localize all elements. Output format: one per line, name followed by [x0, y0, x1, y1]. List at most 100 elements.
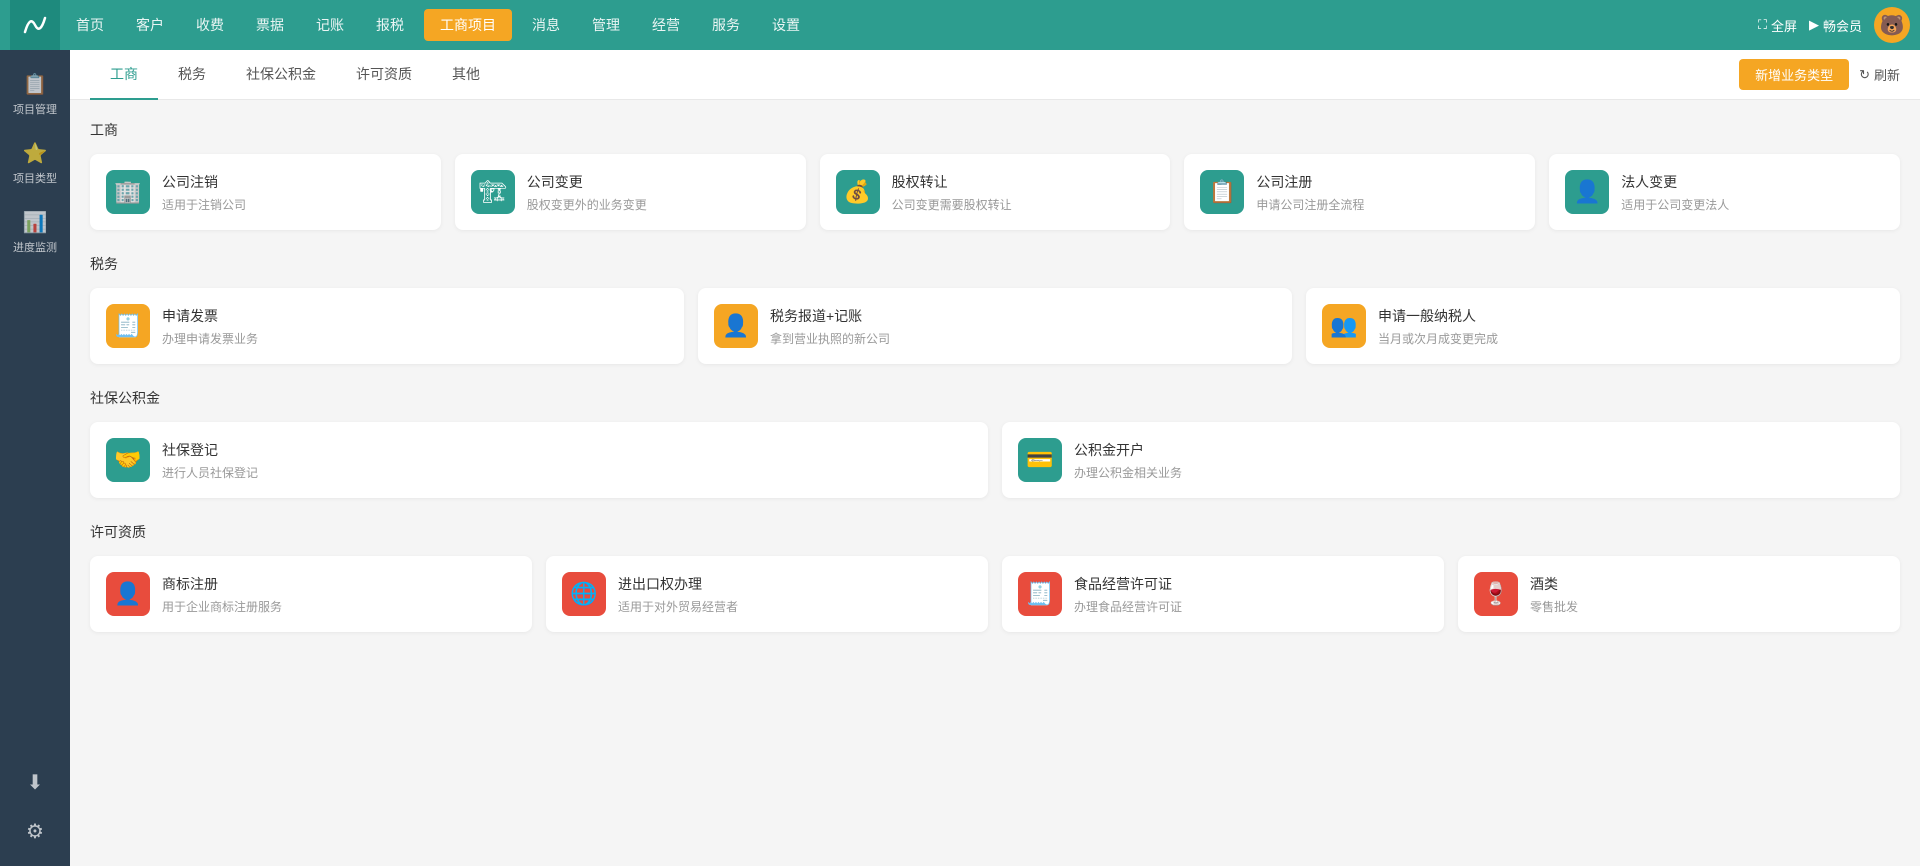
card-进出口权办理[interactable]: 🌐 进出口权办理适用于对外贸易经营者 [546, 556, 988, 632]
card-desc-进出口权办理: 适用于对外贸易经营者 [618, 598, 738, 615]
nav-item-管理[interactable]: 管理 [576, 0, 636, 50]
card-icon-公积金开户: 💳 [1018, 438, 1062, 482]
card-desc-法人变更: 适用于公司变更法人 [1621, 196, 1729, 213]
section-title-许可资质: 许可资质 [90, 522, 1900, 542]
card-食品经营许可证[interactable]: 🧾 食品经营许可证办理食品经营许可证 [1002, 556, 1444, 632]
section-grid-税务: 🧾 申请发票办理申请发票业务 👤税务报道+记账拿到营业执照的新公司 👥 申请一般纳税人当… [90, 288, 1900, 364]
tab-其他[interactable]: 其他 [432, 51, 500, 100]
nav-item-消息[interactable]: 消息 [516, 0, 576, 50]
card-desc-申请一般纳税人: 当月或次月成变更完成 [1378, 330, 1498, 347]
tab-税务[interactable]: 税务 [158, 51, 226, 100]
nav-item-设置[interactable]: 设置 [756, 0, 816, 50]
card-title-社保登记: 社保登记 [162, 440, 258, 460]
card-title-进出口权办理: 进出口权办理 [618, 574, 738, 594]
tab-许可资质[interactable]: 许可资质 [336, 51, 432, 100]
card-公司变更[interactable]: 🏗公司变更股权变更外的业务变更 [455, 154, 806, 230]
card-公积金开户[interactable]: 💳 公积金开户办理公积金相关业务 [1002, 422, 1900, 498]
card-icon-股权转让: 💰 [836, 170, 880, 214]
card-酒类[interactable]: 🍷 酒类零售批发 [1458, 556, 1900, 632]
card-icon-酒类: 🍷 [1474, 572, 1518, 616]
card-title-股权转让: 股权转让 [892, 172, 1012, 192]
card-股权转让[interactable]: 💰 股权转让公司变更需要股权转让 [820, 154, 1171, 230]
main-content: 工商 🏢 公司注销适用于注销公司 🏗公司变更股权变更外的业务变更 💰 股权转让公司变更需要… [70, 100, 1920, 866]
sidebar-item-project-type[interactable]: ⭐ 项目类型 [0, 129, 70, 198]
card-title-法人变更: 法人变更 [1621, 172, 1729, 192]
tab-bar: 工商税务社保公积金许可资质其他 新增业务类型 ↻ 刷新 [70, 50, 1920, 100]
card-title-公司注册: 公司注册 [1256, 172, 1364, 192]
card-title-申请发票: 申请发票 [162, 306, 258, 326]
project-management-icon: 📋 [23, 72, 48, 97]
card-desc-申请发票: 办理申请发票业务 [162, 330, 258, 347]
nav-item-收费[interactable]: 收费 [180, 0, 240, 50]
section-title-税务: 税务 [90, 254, 1900, 274]
fullscreen-btn[interactable]: ⛶ 全屏 [1758, 16, 1797, 35]
video-icon: ▶ [1809, 17, 1819, 33]
card-title-税务报道+记账: 税务报道+记账 [770, 306, 890, 326]
card-desc-公司变更: 股权变更外的业务变更 [527, 196, 647, 213]
card-desc-公司注册: 申请公司注册全流程 [1256, 196, 1364, 213]
nav-item-客户[interactable]: 客户 [120, 0, 180, 50]
card-商标注册[interactable]: 👤 商标注册用于企业商标注册服务 [90, 556, 532, 632]
fullscreen-icon: ⛶ [1758, 17, 1767, 33]
card-社保登记[interactable]: 🤝社保登记进行人员社保登记 [90, 422, 988, 498]
card-icon-商标注册: 👤 [106, 572, 150, 616]
card-法人变更[interactable]: 👤 法人变更适用于公司变更法人 [1549, 154, 1900, 230]
tab-actions: 新增业务类型 ↻ 刷新 [1739, 59, 1900, 90]
nav-item-首页[interactable]: 首页 [60, 0, 120, 50]
nav-item-票据[interactable]: 票据 [240, 0, 300, 50]
tab-社保公积金[interactable]: 社保公积金 [226, 51, 336, 100]
progress-monitor-icon: 📊 [23, 210, 48, 235]
card-title-公司注销: 公司注销 [162, 172, 246, 192]
card-icon-申请一般纳税人: 👥 [1322, 304, 1366, 348]
nav-items: 首页客户收费票据记账报税工商项目消息管理经营服务设置 [60, 0, 1758, 50]
project-type-icon: ⭐ [23, 141, 48, 166]
nav-item-报税[interactable]: 报税 [360, 0, 420, 50]
card-desc-酒类: 零售批发 [1530, 598, 1578, 615]
nav-item-服务[interactable]: 服务 [696, 0, 756, 50]
top-navigation: 首页客户收费票据记账报税工商项目消息管理经营服务设置 ⛶ 全屏 ▶ 畅会员 🐻 [0, 0, 1920, 50]
card-desc-股权转让: 公司变更需要股权转让 [892, 196, 1012, 213]
card-icon-申请发票: 🧾 [106, 304, 150, 348]
card-title-申请一般纳税人: 申请一般纳税人 [1378, 306, 1498, 326]
sidebar-item-download[interactable]: ⬇ [0, 758, 70, 807]
card-desc-公积金开户: 办理公积金相关业务 [1074, 464, 1182, 481]
nav-item-工商项目[interactable]: 工商项目 [424, 9, 512, 41]
card-icon-公司变更: 🏗 [471, 170, 515, 214]
nav-item-记账[interactable]: 记账 [300, 0, 360, 50]
card-申请发票[interactable]: 🧾 申请发票办理申请发票业务 [90, 288, 684, 364]
card-icon-食品经营许可证: 🧾 [1018, 572, 1062, 616]
card-title-商标注册: 商标注册 [162, 574, 282, 594]
section-grid-许可资质: 👤 商标注册用于企业商标注册服务 🌐 进出口权办理适用于对外贸易经营者 🧾 食品经营许可证… [90, 556, 1900, 632]
card-公司注销[interactable]: 🏢 公司注销适用于注销公司 [90, 154, 441, 230]
add-business-type-button[interactable]: 新增业务类型 [1739, 59, 1849, 90]
tabs: 工商税务社保公积金许可资质其他 [90, 50, 500, 99]
card-icon-公司注销: 🏢 [106, 170, 150, 214]
card-税务报道+记账[interactable]: 👤税务报道+记账拿到营业执照的新公司 [698, 288, 1292, 364]
member-btn[interactable]: ▶ 畅会员 [1809, 16, 1862, 35]
card-icon-法人变更: 👤 [1565, 170, 1609, 214]
card-icon-社保登记: 🤝 [106, 438, 150, 482]
card-公司注册[interactable]: 📋公司注册申请公司注册全流程 [1184, 154, 1535, 230]
settings-icon: ⚙ [26, 819, 44, 844]
sidebar: 📋 项目管理 ⭐ 项目类型 📊 进度监测 ⬇ ⚙ [0, 50, 70, 866]
section-grid-工商: 🏢 公司注销适用于注销公司 🏗公司变更股权变更外的业务变更 💰 股权转让公司变更需要股权… [90, 154, 1900, 230]
logo [10, 0, 60, 50]
card-title-食品经营许可证: 食品经营许可证 [1074, 574, 1182, 594]
card-title-公积金开户: 公积金开户 [1074, 440, 1182, 460]
card-desc-商标注册: 用于企业商标注册服务 [162, 598, 282, 615]
sidebar-item-project-management[interactable]: 📋 项目管理 [0, 60, 70, 129]
card-desc-食品经营许可证: 办理食品经营许可证 [1074, 598, 1182, 615]
sidebar-item-settings[interactable]: ⚙ [0, 807, 70, 856]
refresh-button[interactable]: ↻ 刷新 [1859, 65, 1900, 84]
card-icon-进出口权办理: 🌐 [562, 572, 606, 616]
card-title-酒类: 酒类 [1530, 574, 1578, 594]
section-title-工商: 工商 [90, 120, 1900, 140]
tab-工商[interactable]: 工商 [90, 51, 158, 100]
mascot-avatar: 🐻 [1874, 7, 1910, 43]
nav-right: ⛶ 全屏 ▶ 畅会员 🐻 [1758, 7, 1910, 43]
download-icon: ⬇ [27, 770, 44, 795]
sidebar-item-progress-monitor[interactable]: 📊 进度监测 [0, 198, 70, 267]
card-申请一般纳税人[interactable]: 👥 申请一般纳税人当月或次月成变更完成 [1306, 288, 1900, 364]
nav-item-经营[interactable]: 经营 [636, 0, 696, 50]
card-desc-公司注销: 适用于注销公司 [162, 196, 246, 213]
